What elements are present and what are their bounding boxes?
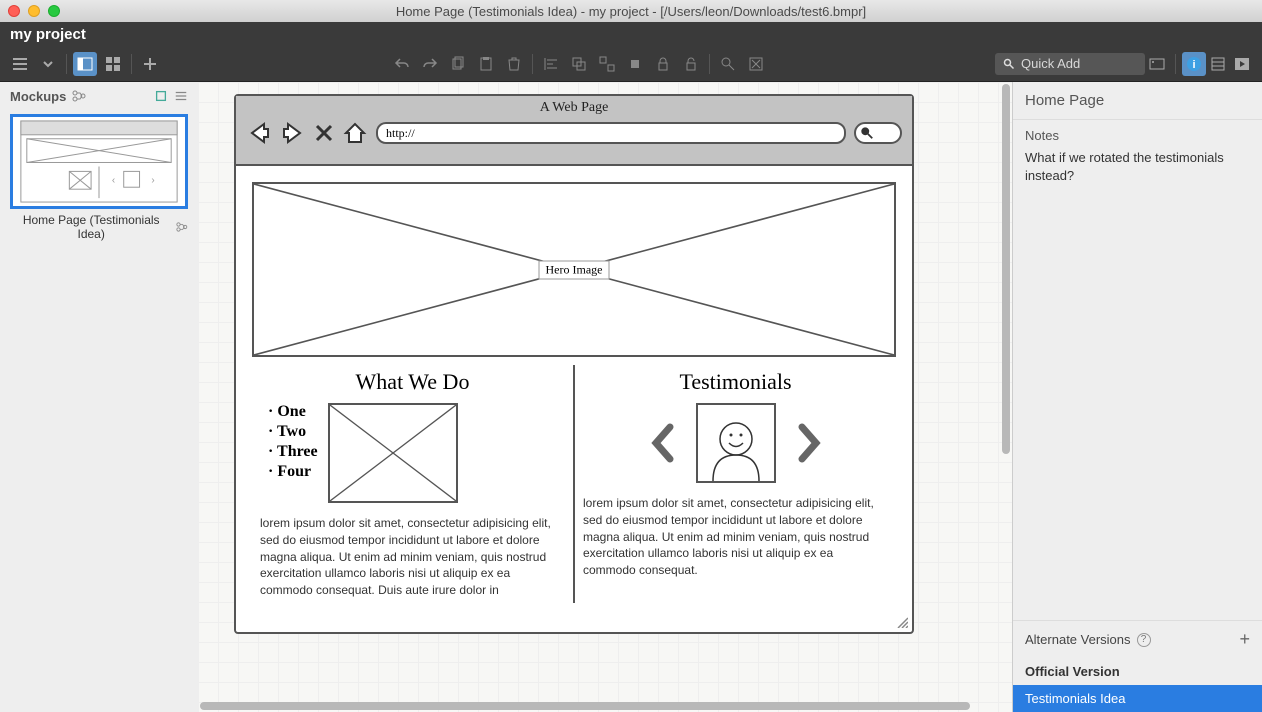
bullet-list[interactable]: One Two Three Four bbox=[260, 403, 318, 503]
info-panel-icon[interactable]: i bbox=[1182, 52, 1206, 76]
browser-window-widget[interactable]: A Web Page http:// Hero Image Wh bbox=[234, 94, 914, 634]
window-titlebar: Home Page (Testimonials Idea) - my proje… bbox=[0, 0, 1262, 22]
unlock-icon[interactable] bbox=[679, 52, 703, 76]
align-left-icon[interactable] bbox=[539, 52, 563, 76]
list-item: One bbox=[268, 403, 318, 421]
hero-image-placeholder[interactable]: Hero Image bbox=[252, 182, 896, 357]
mockup-thumbnail[interactable]: ‹ › Home Page (Testimonials Idea) bbox=[10, 114, 188, 241]
lorem-text: lorem ipsum dolor sit amet, consectetur … bbox=[260, 515, 565, 599]
menu-icon[interactable] bbox=[8, 52, 32, 76]
copy-icon[interactable] bbox=[446, 52, 470, 76]
version-official[interactable]: Official Version bbox=[1013, 658, 1262, 685]
horizontal-scrollbar[interactable] bbox=[198, 698, 998, 712]
zoom-window-button[interactable] bbox=[48, 5, 60, 17]
add-mockup-button[interactable] bbox=[138, 52, 162, 76]
view-navigator-button[interactable] bbox=[73, 52, 97, 76]
add-version-button[interactable]: + bbox=[1239, 629, 1250, 650]
thumbnail-view-icon[interactable] bbox=[154, 89, 168, 103]
inspector-panel: Home Page Notes What if we rotated the t… bbox=[1012, 82, 1262, 712]
paste-icon[interactable] bbox=[474, 52, 498, 76]
redo-icon[interactable] bbox=[418, 52, 442, 76]
lock-icon[interactable] bbox=[651, 52, 675, 76]
version-selected[interactable]: Testimonials Idea bbox=[1013, 685, 1262, 712]
browser-body: Hero Image What We Do One Two Three Four bbox=[236, 166, 912, 632]
notes-body[interactable]: What if we rotated the testimonials inst… bbox=[1013, 149, 1262, 620]
close-window-button[interactable] bbox=[8, 5, 20, 17]
lorem-text: lorem ipsum dolor sit amet, consectetur … bbox=[583, 495, 888, 579]
markup-toggle-icon[interactable] bbox=[744, 52, 768, 76]
chevron-right-icon[interactable] bbox=[794, 423, 824, 463]
hero-label: Hero Image bbox=[539, 260, 610, 279]
branch-icon bbox=[72, 90, 86, 102]
window-title: Home Page (Testimonials Idea) - my proje… bbox=[8, 4, 1254, 19]
ungroup-icon[interactable] bbox=[595, 52, 619, 76]
search-pill bbox=[854, 122, 902, 144]
quick-add-input[interactable]: Quick Add bbox=[995, 53, 1145, 75]
delete-icon[interactable] bbox=[502, 52, 526, 76]
column-what-we-do: What We Do One Two Three Four bbox=[252, 365, 573, 603]
group-icon[interactable] bbox=[567, 52, 591, 76]
navigator-header: Mockups bbox=[0, 82, 198, 110]
toolbar: Quick Add i bbox=[0, 46, 1262, 82]
resize-handle-icon[interactable] bbox=[896, 616, 908, 628]
stop-x-icon bbox=[314, 123, 334, 143]
list-item: Four bbox=[268, 463, 318, 481]
avatar-placeholder[interactable] bbox=[696, 403, 776, 483]
column-testimonials: Testimonials lorem ipsum dolor sit amet,… bbox=[575, 365, 896, 603]
svg-text:›: › bbox=[151, 175, 154, 186]
alternate-versions-header: Alternate Versions ? + bbox=[1013, 620, 1262, 658]
minimize-window-button[interactable] bbox=[28, 5, 40, 17]
navigator-panel: Mockups ‹ bbox=[0, 82, 198, 712]
canvas[interactable]: A Web Page http:// Hero Image Wh bbox=[198, 82, 1012, 712]
col2-title: Testimonials bbox=[583, 369, 888, 395]
notes-label: Notes bbox=[1013, 120, 1262, 149]
browser-page-title: A Web Page bbox=[540, 100, 609, 116]
quick-add-placeholder: Quick Add bbox=[1021, 56, 1080, 71]
undo-icon[interactable] bbox=[390, 52, 414, 76]
browser-chrome: A Web Page http:// bbox=[236, 96, 912, 166]
bring-front-icon[interactable] bbox=[623, 52, 647, 76]
project-bar: my project bbox=[0, 22, 1262, 46]
present-icon[interactable] bbox=[1230, 52, 1254, 76]
image-placeholder[interactable] bbox=[328, 403, 458, 503]
inspector-title: Home Page bbox=[1013, 82, 1262, 120]
thumbnail-label: Home Page (Testimonials Idea) bbox=[10, 213, 172, 241]
properties-icon[interactable] bbox=[1206, 52, 1230, 76]
project-name: my project bbox=[10, 26, 86, 43]
help-icon[interactable]: ? bbox=[1137, 633, 1151, 647]
back-arrow-icon bbox=[246, 120, 272, 146]
dropdown-arrow-icon[interactable] bbox=[36, 52, 60, 76]
view-grid-button[interactable] bbox=[101, 52, 125, 76]
zoom-icon[interactable] bbox=[716, 52, 740, 76]
col1-title: What We Do bbox=[260, 369, 565, 395]
url-bar: http:// bbox=[376, 122, 846, 144]
alt-versions-label: Alternate Versions bbox=[1025, 632, 1131, 647]
list-item: Two bbox=[268, 423, 318, 441]
home-icon bbox=[342, 120, 368, 146]
svg-text:i: i bbox=[1192, 59, 1195, 71]
library-icon[interactable] bbox=[1145, 52, 1169, 76]
chevron-left-icon[interactable] bbox=[648, 423, 678, 463]
forward-arrow-icon bbox=[280, 120, 306, 146]
branch-icon bbox=[176, 222, 188, 232]
svg-text:‹: ‹ bbox=[112, 175, 115, 186]
list-item: Three bbox=[268, 443, 318, 461]
vertical-scrollbar[interactable] bbox=[998, 82, 1012, 698]
list-view-icon[interactable] bbox=[174, 89, 188, 103]
navigator-label: Mockups bbox=[10, 89, 66, 104]
